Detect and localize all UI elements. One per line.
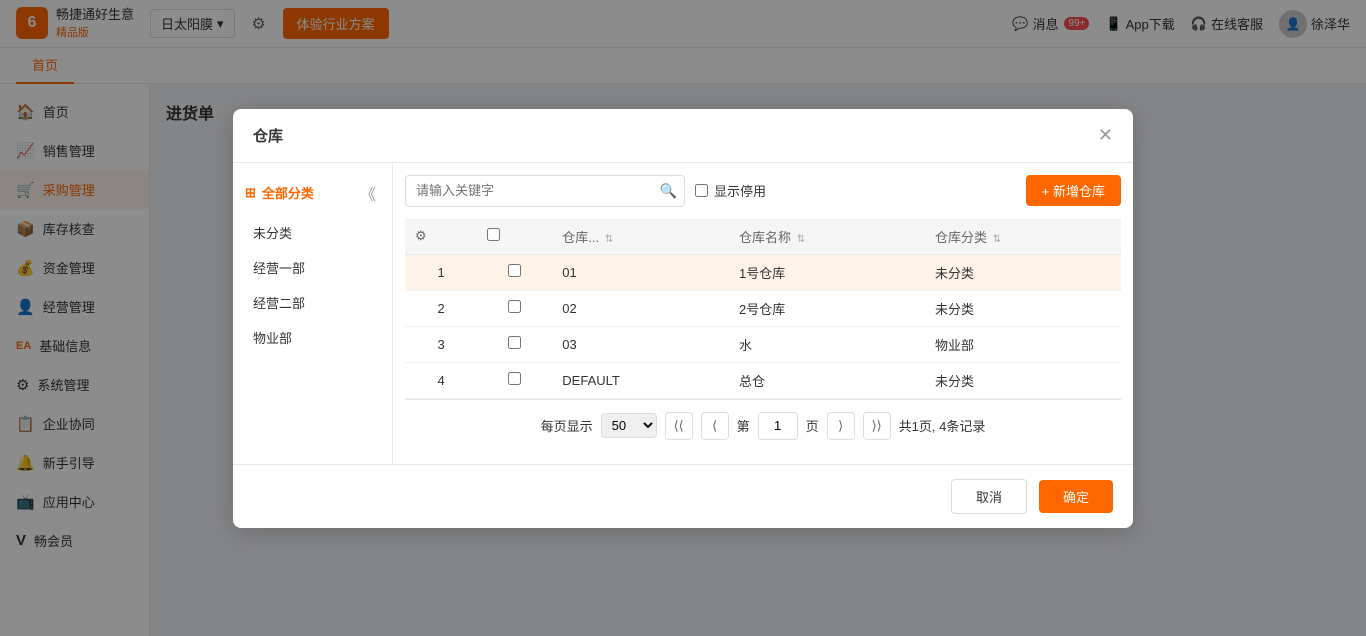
page-unit: 页 [806, 416, 819, 435]
table-body: 1 01 1号仓库 未分类 2 02 2号仓库 [405, 254, 1121, 398]
page-number-input[interactable] [758, 412, 798, 440]
show-disabled-checkbox[interactable] [695, 184, 708, 197]
total-info: 共1页, 4条记录 [899, 416, 986, 435]
row-num: 4 [405, 362, 477, 398]
collapse-button[interactable]: 《 [356, 181, 380, 205]
row-category: 未分类 [925, 254, 1121, 290]
first-page-button[interactable]: ⟨⟨ [665, 412, 693, 440]
row-code: 02 [552, 290, 729, 326]
row-code: 01 [552, 254, 729, 290]
row-code: 03 [552, 326, 729, 362]
next-page-button[interactable]: ⟩ [827, 412, 855, 440]
row-checkbox-cell [477, 362, 552, 398]
col-gear: ⚙ [405, 219, 477, 255]
search-wrap: 🔍 [405, 175, 685, 207]
col-name: 仓库名称 ⇅ [729, 219, 925, 255]
row-checkbox-cell [477, 290, 552, 326]
row-code: DEFAULT [552, 362, 729, 398]
row-checkbox[interactable] [508, 264, 521, 277]
row-name: 水 [729, 326, 925, 362]
modal-overlay[interactable]: 仓库 ✕ ⊞ 全部分类 《 未分类 经营一部 经营二部 物业部 [0, 0, 1366, 636]
warehouse-modal: 仓库 ✕ ⊞ 全部分类 《 未分类 经营一部 经营二部 物业部 [233, 109, 1133, 528]
row-num: 1 [405, 254, 477, 290]
row-category: 未分类 [925, 362, 1121, 398]
row-name: 2号仓库 [729, 290, 925, 326]
show-disabled-label: 显示停用 [695, 181, 766, 200]
last-page-button[interactable]: ⟩⟩ [863, 412, 891, 440]
sort-code-icon: ⇅ [605, 234, 613, 245]
table-row[interactable]: 2 02 2号仓库 未分类 [405, 290, 1121, 326]
settings-icon: ⚙ [415, 228, 427, 243]
category-ops1[interactable]: 经营一部 [233, 250, 392, 285]
select-all-checkbox[interactable] [487, 228, 500, 241]
row-checkbox[interactable] [508, 300, 521, 313]
sort-category-icon: ⇅ [993, 234, 1001, 245]
sort-name-icon: ⇅ [797, 234, 805, 245]
table-row[interactable]: 1 01 1号仓库 未分类 [405, 254, 1121, 290]
row-name: 1号仓库 [729, 254, 925, 290]
table-header: ⚙ 仓库... ⇅ 仓库名称 ⇅ [405, 219, 1121, 255]
modal-body: ⊞ 全部分类 《 未分类 经营一部 经营二部 物业部 🔍 [233, 163, 1133, 464]
pagination: 每页显示 50 100 200 ⟨⟨ ⟨ 第 页 ⟩ ⟩⟩ 共1页, 4条记录 [405, 399, 1121, 452]
row-category: 物业部 [925, 326, 1121, 362]
warehouse-table: ⚙ 仓库... ⇅ 仓库名称 ⇅ [405, 219, 1121, 399]
show-disabled-text: 显示停用 [714, 181, 766, 200]
close-button[interactable]: ✕ [1098, 125, 1113, 146]
row-num: 2 [405, 290, 477, 326]
grid-icon: ⊞ [245, 185, 256, 201]
category-all-label: 全部分类 [262, 183, 314, 202]
modal-footer: 取消 确定 [233, 464, 1133, 528]
col-category: 仓库分类 ⇅ [925, 219, 1121, 255]
add-warehouse-button[interactable]: + 新增仓库 [1026, 175, 1121, 206]
category-property[interactable]: 物业部 [233, 320, 392, 355]
col-code: 仓库... ⇅ [552, 219, 729, 255]
modal-title: 仓库 [253, 125, 283, 146]
row-checkbox-cell [477, 326, 552, 362]
prev-page-button[interactable]: ⟨ [701, 412, 729, 440]
col-checkbox [477, 219, 552, 255]
modal-header: 仓库 ✕ [233, 109, 1133, 163]
table-container: ⚙ 仓库... ⇅ 仓库名称 ⇅ [405, 219, 1121, 399]
category-all[interactable]: ⊞ 全部分类 [245, 183, 314, 202]
category-sidebar: ⊞ 全部分类 《 未分类 经营一部 经营二部 物业部 [233, 163, 393, 464]
category-unclassified[interactable]: 未分类 [233, 215, 392, 250]
row-name: 总仓 [729, 362, 925, 398]
category-ops2[interactable]: 经营二部 [233, 285, 392, 320]
row-checkbox[interactable] [508, 336, 521, 349]
search-icon: 🔍 [660, 182, 677, 199]
search-input[interactable] [405, 175, 685, 207]
confirm-button[interactable]: 确定 [1039, 480, 1113, 513]
row-checkbox[interactable] [508, 372, 521, 385]
page-size-label: 每页显示 [541, 416, 593, 435]
row-category: 未分类 [925, 290, 1121, 326]
category-header: ⊞ 全部分类 《 [233, 175, 392, 215]
table-row[interactable]: 3 03 水 物业部 [405, 326, 1121, 362]
modal-toolbar: 🔍 显示停用 + 新增仓库 [405, 175, 1121, 207]
page-size-select[interactable]: 50 100 200 [601, 413, 657, 438]
table-header-row: ⚙ 仓库... ⇅ 仓库名称 ⇅ [405, 219, 1121, 255]
table-row[interactable]: 4 DEFAULT 总仓 未分类 [405, 362, 1121, 398]
page-label: 第 [737, 416, 750, 435]
cancel-button[interactable]: 取消 [951, 479, 1027, 514]
row-num: 3 [405, 326, 477, 362]
modal-main: 🔍 显示停用 + 新增仓库 ⚙ [393, 163, 1133, 464]
row-checkbox-cell [477, 254, 552, 290]
